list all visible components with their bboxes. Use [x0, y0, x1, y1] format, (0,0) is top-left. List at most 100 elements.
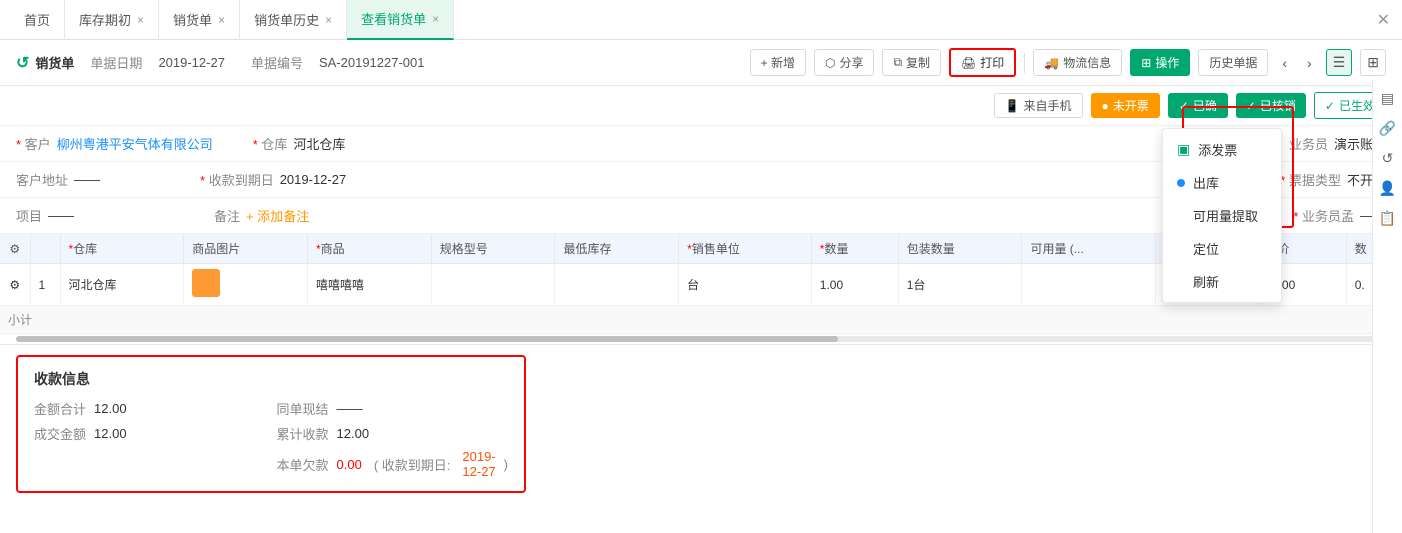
- add-invoice-item[interactable]: ▣ 添发票: [1163, 133, 1281, 166]
- logistics-icon: 🚚: [1044, 56, 1059, 70]
- list-view-button[interactable]: ☰: [1326, 49, 1353, 76]
- locate-item[interactable]: 定位: [1163, 232, 1281, 265]
- copy-button[interactable]: ⧉ 复制: [882, 49, 941, 76]
- project-value: ——: [48, 208, 74, 223]
- nav-next-button[interactable]: ›: [1301, 51, 1318, 75]
- tab-close-sales-history[interactable]: ×: [325, 13, 332, 27]
- operation-button[interactable]: ⊞ 操作: [1130, 49, 1190, 76]
- tab-sales-order[interactable]: 销货单 ×: [159, 0, 240, 40]
- tab-close-view-sales[interactable]: ×: [432, 12, 439, 26]
- tab-home[interactable]: 首页: [10, 0, 65, 40]
- print-button[interactable]: 🖨 打印: [949, 48, 1016, 77]
- due-date-label: 收款到期日: [200, 170, 274, 189]
- customer-value[interactable]: 柳州粤港平安气体有限公司: [57, 134, 213, 153]
- history-button[interactable]: 历史单据: [1198, 49, 1268, 76]
- transaction-label: 成交金额: [34, 424, 86, 443]
- sub-toolbar: 📱 来自手机 ● 未开票 ✓ 已确 ✓ 已核销 ✓ 已生效: [0, 86, 1402, 126]
- tab-view-sales[interactable]: 查看销货单 ×: [347, 0, 454, 40]
- note-label: 备注: [214, 206, 240, 225]
- row-qty: 1.00: [811, 264, 898, 306]
- doc-no-label: 单据编号: [251, 53, 303, 72]
- arrears-label: 本单欠款: [277, 455, 329, 474]
- same-order-label: 同单现结: [277, 399, 329, 418]
- col-gear: ⚙: [0, 234, 30, 264]
- project-field: 项目 ——: [16, 206, 74, 225]
- tab-close-sales-order[interactable]: ×: [218, 13, 225, 27]
- address-field: 客户地址 ——: [16, 170, 100, 189]
- payment-col-left: 金额合计 12.00 成交金额 12.00: [34, 399, 257, 479]
- arrears-value: 0.00: [337, 457, 362, 472]
- row-available: [1022, 264, 1156, 306]
- not-open-button[interactable]: ● 未开票: [1091, 93, 1160, 118]
- grid-view-button[interactable]: ⊞: [1360, 49, 1386, 76]
- out-warehouse-item[interactable]: 出库: [1163, 166, 1281, 199]
- ticket-icon: ●: [1102, 99, 1109, 113]
- available-qty-item[interactable]: 可用量提取: [1163, 199, 1281, 232]
- share-button[interactable]: ⬡ 分享: [814, 49, 875, 76]
- arrears-note: ( 收款到期日:: [374, 455, 451, 474]
- window-close-button[interactable]: ✕: [1377, 10, 1390, 30]
- tab-bar: 首页 库存期初 × 销货单 × 销货单历史 × 查看销货单 × ✕: [0, 0, 1402, 40]
- row-min-stock: [555, 264, 679, 306]
- right-btn-2[interactable]: 🔗: [1374, 114, 1402, 142]
- row-spec: [431, 264, 555, 306]
- row-gear[interactable]: ⚙: [0, 264, 30, 306]
- verified-button[interactable]: ✓ 已核销: [1236, 93, 1306, 118]
- from-mobile-button[interactable]: 📱 来自手机: [994, 93, 1083, 118]
- right-toolbar: ▤ 🔗 ↺ 👤 📋 ⤢: [1372, 80, 1402, 533]
- row-no: 1: [30, 264, 60, 306]
- total-value: 12.00: [94, 401, 127, 416]
- address-label: 客户地址: [16, 170, 68, 189]
- doc-header: ↺ 销货单 单据日期 2019-12-27 单据编号 SA-20191227-0…: [0, 40, 1402, 86]
- arrears-close: ): [504, 457, 508, 472]
- add-note-button[interactable]: + 添加备注: [246, 206, 309, 225]
- address-value: ——: [74, 172, 100, 187]
- col-sales-unit: *销售单位: [679, 234, 812, 264]
- doc-actions: + 新增 ⬡ 分享 ⧉ 复制 🖨 打印 🚚 物流信息: [750, 48, 1386, 77]
- table-scrollbar-thumb: [16, 336, 838, 342]
- doc-type-label: 销货单: [35, 53, 74, 72]
- refresh-item[interactable]: 刷新: [1163, 265, 1281, 298]
- new-button[interactable]: + 新增: [750, 49, 806, 76]
- col-warehouse: *仓库: [60, 234, 184, 264]
- col-spec: 规格型号: [431, 234, 555, 264]
- warehouse-field: 仓库 河北仓库: [253, 134, 346, 153]
- logistics-button[interactable]: 🚚 物流信息: [1033, 49, 1122, 76]
- add-invoice-icon: ▣: [1177, 141, 1190, 158]
- total-row: 金额合计 12.00: [34, 399, 257, 418]
- row-pack-qty: 1台: [898, 264, 1022, 306]
- out-warehouse-dot: [1177, 179, 1185, 187]
- ticket-type-label: 票据类型: [1280, 170, 1341, 189]
- total-label: 金额合计: [34, 399, 86, 418]
- accumulated-row: 累计收款 12.00: [277, 424, 508, 443]
- payment-title: 收款信息: [34, 369, 508, 389]
- doc-date-label: 单据日期: [90, 53, 142, 72]
- warehouse-value: 河北仓库: [293, 134, 345, 153]
- nav-prev-button[interactable]: ‹: [1276, 51, 1293, 75]
- ticket-type-field: 票据类型 不开票: [1280, 170, 1386, 189]
- operation-dropdown: ▣ 添发票 出库 可用量提取 定位 刷新: [1162, 128, 1282, 303]
- right-btn-4[interactable]: 👤: [1374, 174, 1402, 202]
- accumulated-value: 12.00: [337, 426, 370, 441]
- col-qty: *数量: [811, 234, 898, 264]
- doc-type-icon: ↺: [16, 53, 29, 73]
- right-btn-1[interactable]: ▤: [1374, 84, 1402, 112]
- salesperson-label: 业务员孟: [1293, 206, 1354, 225]
- doc-header-left: ↺ 销货单 单据日期 2019-12-27 单据编号 SA-20191227-0…: [16, 53, 730, 73]
- confirm-button[interactable]: ✓ 已确: [1168, 93, 1228, 118]
- note-field: 备注 + 添加备注: [214, 206, 309, 225]
- table-scrollbar[interactable]: [16, 336, 1386, 342]
- operation-icon: ⊞: [1141, 56, 1151, 70]
- product-image: [192, 269, 220, 297]
- due-date-value: 2019-12-27: [280, 172, 347, 187]
- right-btn-3[interactable]: ↺: [1374, 144, 1402, 172]
- right-btn-5[interactable]: 📋: [1374, 204, 1402, 232]
- doc-title: ↺ 销货单: [16, 53, 74, 73]
- tab-inventory-init[interactable]: 库存期初 ×: [65, 0, 159, 40]
- effective-icon: ✓: [1325, 99, 1335, 113]
- tab-sales-history[interactable]: 销货单历史 ×: [240, 0, 347, 40]
- tab-close-inventory-init[interactable]: ×: [137, 13, 144, 27]
- row-warehouse: 河北仓库: [60, 264, 184, 306]
- copy-icon: ⧉: [893, 55, 902, 70]
- col-no: [30, 234, 60, 264]
